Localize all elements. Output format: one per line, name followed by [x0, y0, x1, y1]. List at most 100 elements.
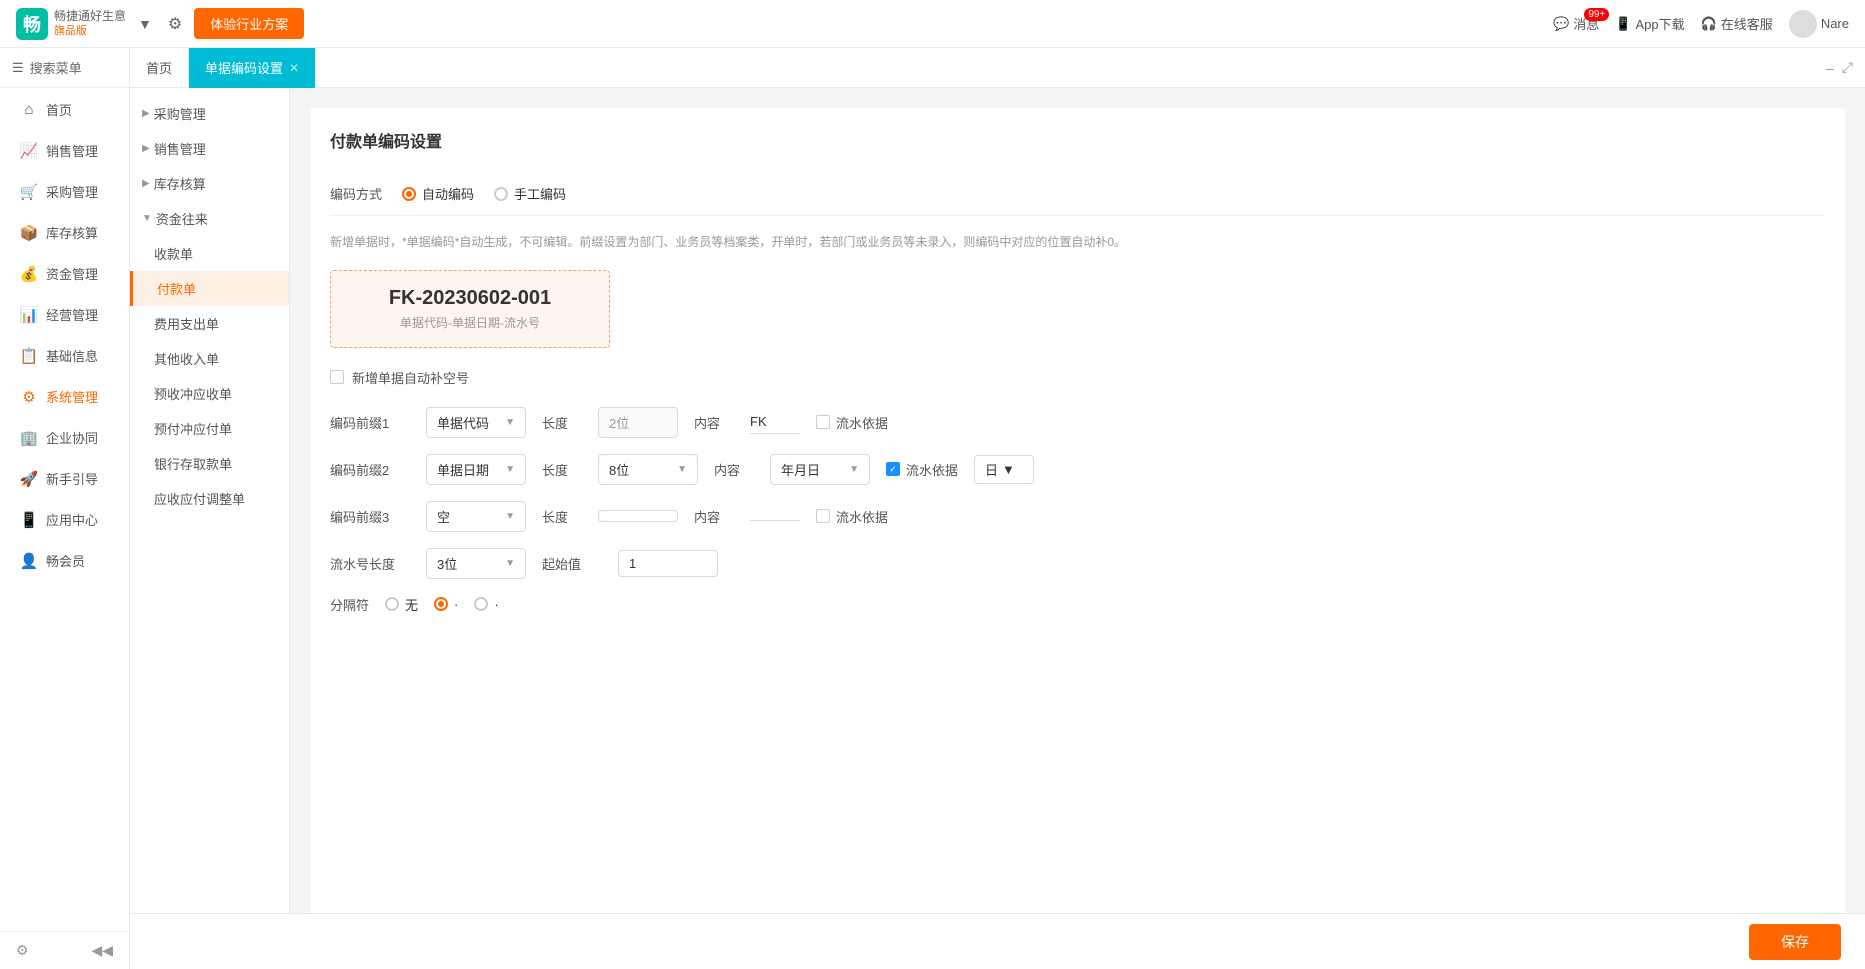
sub-item-receipt[interactable]: 收款单 — [130, 236, 289, 271]
sub-group-sales: ▶ 销售管理 — [130, 131, 289, 166]
manual-code-radio-circle — [494, 187, 508, 201]
prefix2-value: 单据日期 — [437, 460, 489, 479]
prefix2-watermark-checkbox[interactable]: ✓ — [886, 462, 900, 476]
tab-bar-right: – ⤢ — [1814, 59, 1865, 76]
tab-bar: 首页 单据编码设置 ✕ – ⤢ — [130, 48, 1865, 88]
sidebar-item-purchase[interactable]: 🛒 采购管理 — [4, 172, 125, 211]
purchase-icon: 🛒 — [20, 183, 38, 201]
search-menu-button[interactable]: ☰ 搜索菜单 — [0, 48, 129, 88]
prefix2-length-select[interactable]: 8位 ▼ — [598, 454, 698, 485]
preview-box: FK-20230602-001 单据代码-单据日期-流水号 — [330, 270, 610, 348]
prefix2-content-select[interactable]: 年月日 ▼ — [770, 454, 870, 485]
service-label: 在线客服 — [1721, 14, 1773, 33]
prefix2-select[interactable]: 单据日期 ▼ — [426, 454, 526, 485]
service-button[interactable]: 🎧 在线客服 — [1701, 14, 1773, 33]
separator-dot-label: · — [454, 597, 458, 612]
sidebar-item-home[interactable]: ⌂ 首页 — [4, 90, 125, 129]
prefix3-watermark-checkbox[interactable] — [816, 509, 830, 523]
radio-dot — [406, 191, 412, 197]
separator-none-radio[interactable]: 无 — [385, 595, 418, 614]
preview-code: FK-20230602-001 — [355, 287, 585, 310]
auto-code-label: 自动编码 — [422, 184, 474, 203]
prefix3-select[interactable]: 空 ▼ — [426, 501, 526, 532]
prefix2-day-value: 日 — [985, 460, 998, 479]
message-badge: 99+ — [1584, 8, 1609, 21]
prefix3-length-input[interactable] — [598, 510, 678, 522]
auto-code-radio[interactable]: 自动编码 — [402, 184, 474, 203]
prefix1-content-label: 内容 — [694, 413, 734, 432]
serial-length-select[interactable]: 3位 ▼ — [426, 548, 526, 579]
prefix2-watermark[interactable]: ✓ 流水依据 — [886, 460, 958, 479]
page-title: 付款单编码设置 — [330, 128, 1825, 152]
separator-dot2-radio[interactable]: · — [474, 597, 498, 612]
prefix1-watermark[interactable]: 流水依据 — [816, 413, 888, 432]
nav-back-icon[interactable]: ▼ — [134, 12, 156, 36]
settings-bottom-icon[interactable]: ⚙ — [16, 942, 29, 959]
prefix3-watermark-label: 流水依据 — [836, 507, 888, 526]
info-text: 新增单据时，*单据编码*自动生成，不可编辑。前缀设置为部门、业务员等档案类，开单… — [330, 232, 1825, 254]
sub-group-purchase-title[interactable]: ▶ 采购管理 — [130, 96, 289, 131]
sub-item-expense[interactable]: 费用支出单 — [130, 306, 289, 341]
sub-group-sales-label: 销售管理 — [154, 139, 206, 158]
start-value-input[interactable]: 1 — [618, 550, 718, 577]
prefix2-day-select[interactable]: 日 ▼ — [974, 455, 1034, 484]
manual-code-radio[interactable]: 手工编码 — [494, 184, 566, 203]
tab-home[interactable]: 首页 — [130, 48, 189, 88]
separator-dot-radio[interactable]: · — [434, 597, 458, 612]
message-icon: 💬 — [1553, 16, 1569, 32]
user-menu[interactable]: Nare — [1789, 10, 1849, 38]
sub-group-sales-title[interactable]: ▶ 销售管理 — [130, 131, 289, 166]
prefix3-content-label: 内容 — [694, 507, 734, 526]
sidebar-item-member[interactable]: 👤 畅会员 — [4, 541, 125, 580]
prefix1-value: 单据代码 — [437, 413, 489, 432]
auto-fill-checkbox[interactable] — [330, 370, 344, 384]
sidebar-item-system[interactable]: ⚙ 系统管理 — [4, 377, 125, 416]
sidebar-item-label: 企业协同 — [46, 428, 98, 447]
sidebar-item-inventory[interactable]: 📦 库存核算 — [4, 213, 125, 252]
sub-item-adjust[interactable]: 应收应付调整单 — [130, 481, 289, 516]
save-bar: 保存 — [130, 913, 1865, 969]
separator-none-circle — [385, 597, 399, 611]
prefix2-row: 编码前缀2 单据日期 ▼ 长度 8位 ▼ 内容 年月日 ▼ ✓ 流水依据 — [330, 454, 1825, 485]
maximize-icon[interactable]: ⤢ — [1842, 59, 1853, 76]
sub-item-other-income[interactable]: 其他收入单 — [130, 341, 289, 376]
tab-close-icon[interactable]: ✕ — [289, 61, 299, 75]
sub-item-advance-receipt[interactable]: 预收冲应收单 — [130, 376, 289, 411]
trial-button[interactable]: 体验行业方案 — [194, 8, 304, 39]
chevron-down-icon: ▼ — [505, 511, 515, 522]
minimize-icon[interactable]: – — [1826, 60, 1834, 76]
encoding-method-label: 编码方式 — [330, 184, 382, 203]
sidebar-item-label: 系统管理 — [46, 387, 98, 406]
sidebar-item-operations[interactable]: 📊 经营管理 — [4, 295, 125, 334]
content-card: 付款单编码设置 编码方式 自动编码 手工编码 — [310, 108, 1845, 949]
sub-item-advance-payment[interactable]: 预付冲应付单 — [130, 411, 289, 446]
app-download-button[interactable]: 📱 App下载 — [1615, 14, 1684, 33]
sidebar-item-capital[interactable]: 💰 资金管理 — [4, 254, 125, 293]
appcenter-icon: 📱 — [20, 511, 38, 529]
top-bar-left: 畅 畅捷通好生意 旗品版 ▼ ⚙ 体验行业方案 — [16, 8, 304, 40]
encoding-method-radio-group: 自动编码 手工编码 — [402, 184, 566, 203]
collapse-icon[interactable]: ◀◀ — [91, 942, 113, 959]
sidebar-item-basic[interactable]: 📋 基础信息 — [4, 336, 125, 375]
sub-item-bank[interactable]: 银行存取款单 — [130, 446, 289, 481]
message-button[interactable]: 💬 消息 99+ — [1553, 14, 1599, 33]
settings-icon[interactable]: ⚙ — [164, 10, 186, 38]
sub-item-payment[interactable]: 付款单 — [130, 271, 289, 306]
brand: 畅 畅捷通好生意 旗品版 — [16, 8, 126, 40]
save-button[interactable]: 保存 — [1749, 924, 1841, 960]
auto-fill-label: 新增单据自动补空号 — [352, 368, 469, 387]
prefix1-select[interactable]: 单据代码 ▼ — [426, 407, 526, 438]
sidebar-item-appcenter[interactable]: 📱 应用中心 — [4, 500, 125, 539]
member-icon: 👤 — [20, 552, 38, 570]
sidebar-item-label: 新手引导 — [46, 469, 98, 488]
sub-group-inventory-title[interactable]: ▶ 库存核算 — [130, 166, 289, 201]
sidebar-item-label: 基础信息 — [46, 346, 98, 365]
sidebar-item-enterprise[interactable]: 🏢 企业协同 — [4, 418, 125, 457]
sub-group-capital-title[interactable]: ▼ 资金往来 — [130, 201, 289, 236]
app-label: App下载 — [1635, 14, 1684, 33]
prefix3-watermark[interactable]: 流水依据 — [816, 507, 888, 526]
tab-encoding-settings[interactable]: 单据编码设置 ✕ — [189, 48, 316, 88]
sidebar-item-sales[interactable]: 📈 销售管理 — [4, 131, 125, 170]
prefix1-watermark-checkbox[interactable] — [816, 415, 830, 429]
sidebar-item-newguide[interactable]: 🚀 新手引导 — [4, 459, 125, 498]
